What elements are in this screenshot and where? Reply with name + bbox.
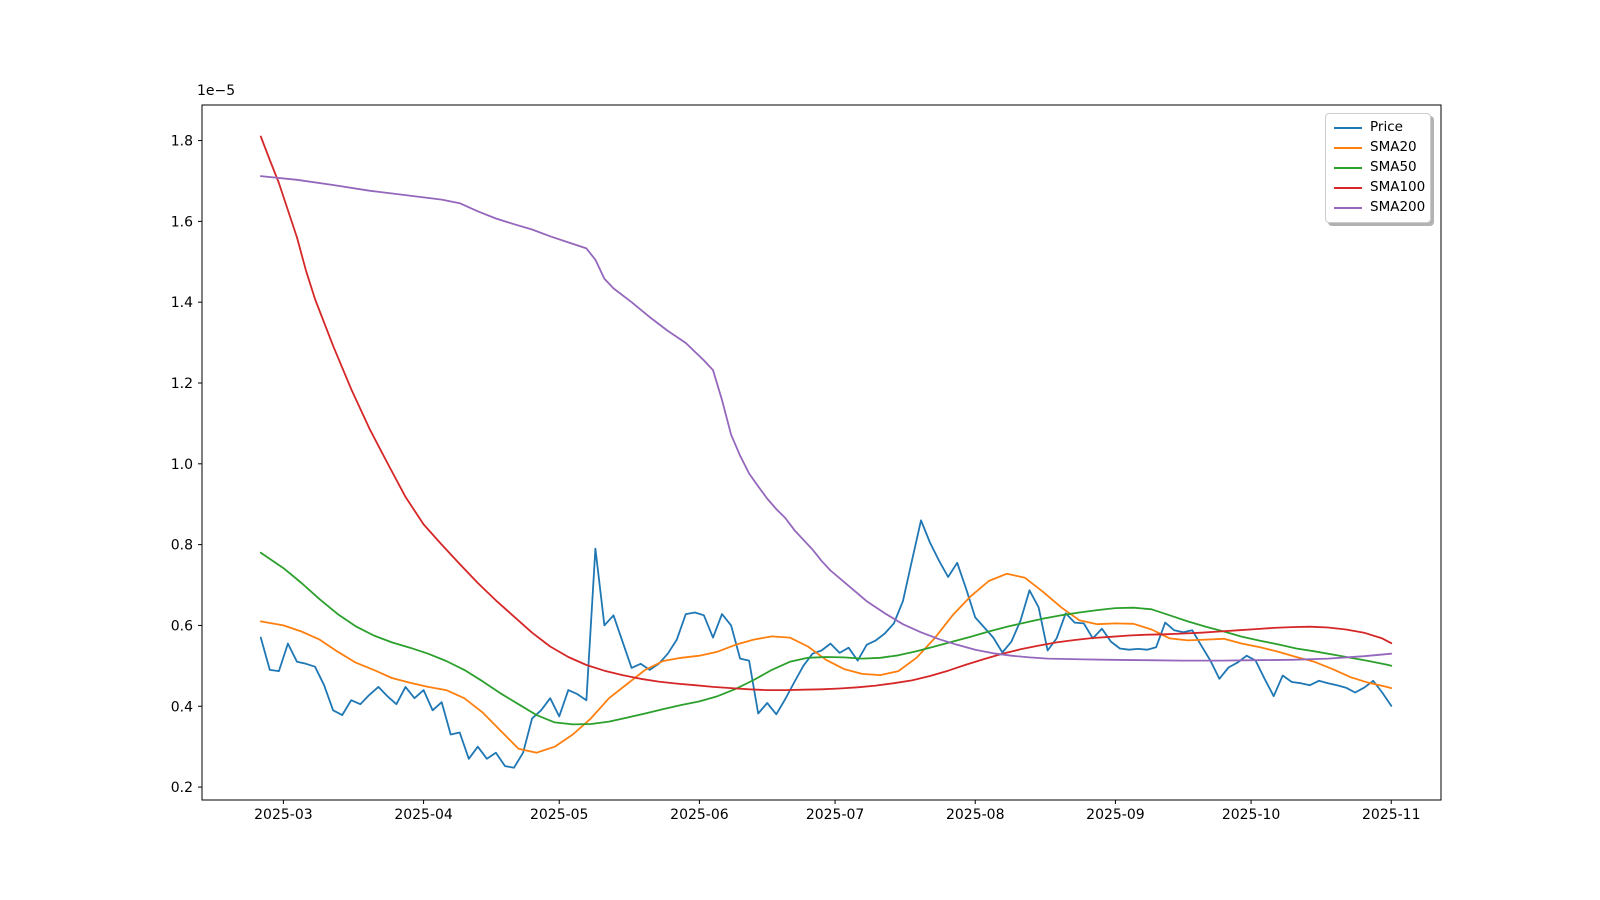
y-tick-label: 0.8	[171, 538, 193, 554]
x-tick-label: 2025-03	[254, 807, 313, 823]
y-tick-label: 1.0	[171, 457, 193, 473]
y-tick-label: 0.4	[171, 699, 193, 715]
series-line-sma20	[259, 572, 1393, 754]
series-line-sma200	[259, 175, 1393, 662]
series-line-sma100	[259, 135, 1393, 691]
y-tick-label: 1.6	[171, 214, 193, 230]
legend-entry-sma20: SMA20	[1334, 138, 1422, 158]
x-tick-label: 2025-11	[1362, 807, 1421, 823]
legend: Price SMA20 SMA50 SMA100 SMA200	[1325, 113, 1431, 223]
y-tick-label: 0.2	[171, 780, 193, 796]
y-tick-label: 1.4	[171, 295, 193, 311]
legend-entry-price: Price	[1334, 118, 1422, 138]
legend-line-swatch	[1334, 127, 1362, 129]
x-tick-label: 2025-07	[806, 807, 865, 823]
legend-line-swatch	[1334, 207, 1362, 209]
y-tick-label: 1.2	[171, 376, 193, 392]
legend-label: SMA200	[1370, 199, 1426, 216]
legend-line-swatch	[1334, 147, 1362, 149]
legend-entry-sma50: SMA50	[1334, 158, 1422, 178]
legend-entry-sma100: SMA100	[1334, 178, 1426, 198]
x-tick-label: 2025-09	[1086, 807, 1145, 823]
legend-label: SMA20	[1370, 139, 1417, 156]
x-tick-label: 2025-04	[394, 807, 453, 823]
legend-line-swatch	[1334, 187, 1362, 189]
x-tick-label: 2025-05	[530, 807, 589, 823]
y-tick-label: 0.6	[171, 618, 193, 634]
y-tick-label: 1.8	[171, 134, 193, 150]
chart-figure: 2025-03 2025-04 2025-05 2025-06 2025-07 2025-…	[0, 0, 1600, 900]
x-tick-label: 2025-08	[946, 807, 1005, 823]
series-line-price	[259, 519, 1393, 769]
legend-label: SMA100	[1370, 179, 1426, 196]
legend-label: Price	[1370, 119, 1403, 136]
y-axis-offset-label: 1e−5	[197, 83, 236, 99]
x-tick-label: 2025-10	[1222, 807, 1281, 823]
legend-entry-sma200: SMA200	[1334, 198, 1426, 218]
legend-label: SMA50	[1370, 159, 1417, 176]
x-tick-label: 2025-06	[670, 807, 729, 823]
legend-line-swatch	[1334, 167, 1362, 169]
